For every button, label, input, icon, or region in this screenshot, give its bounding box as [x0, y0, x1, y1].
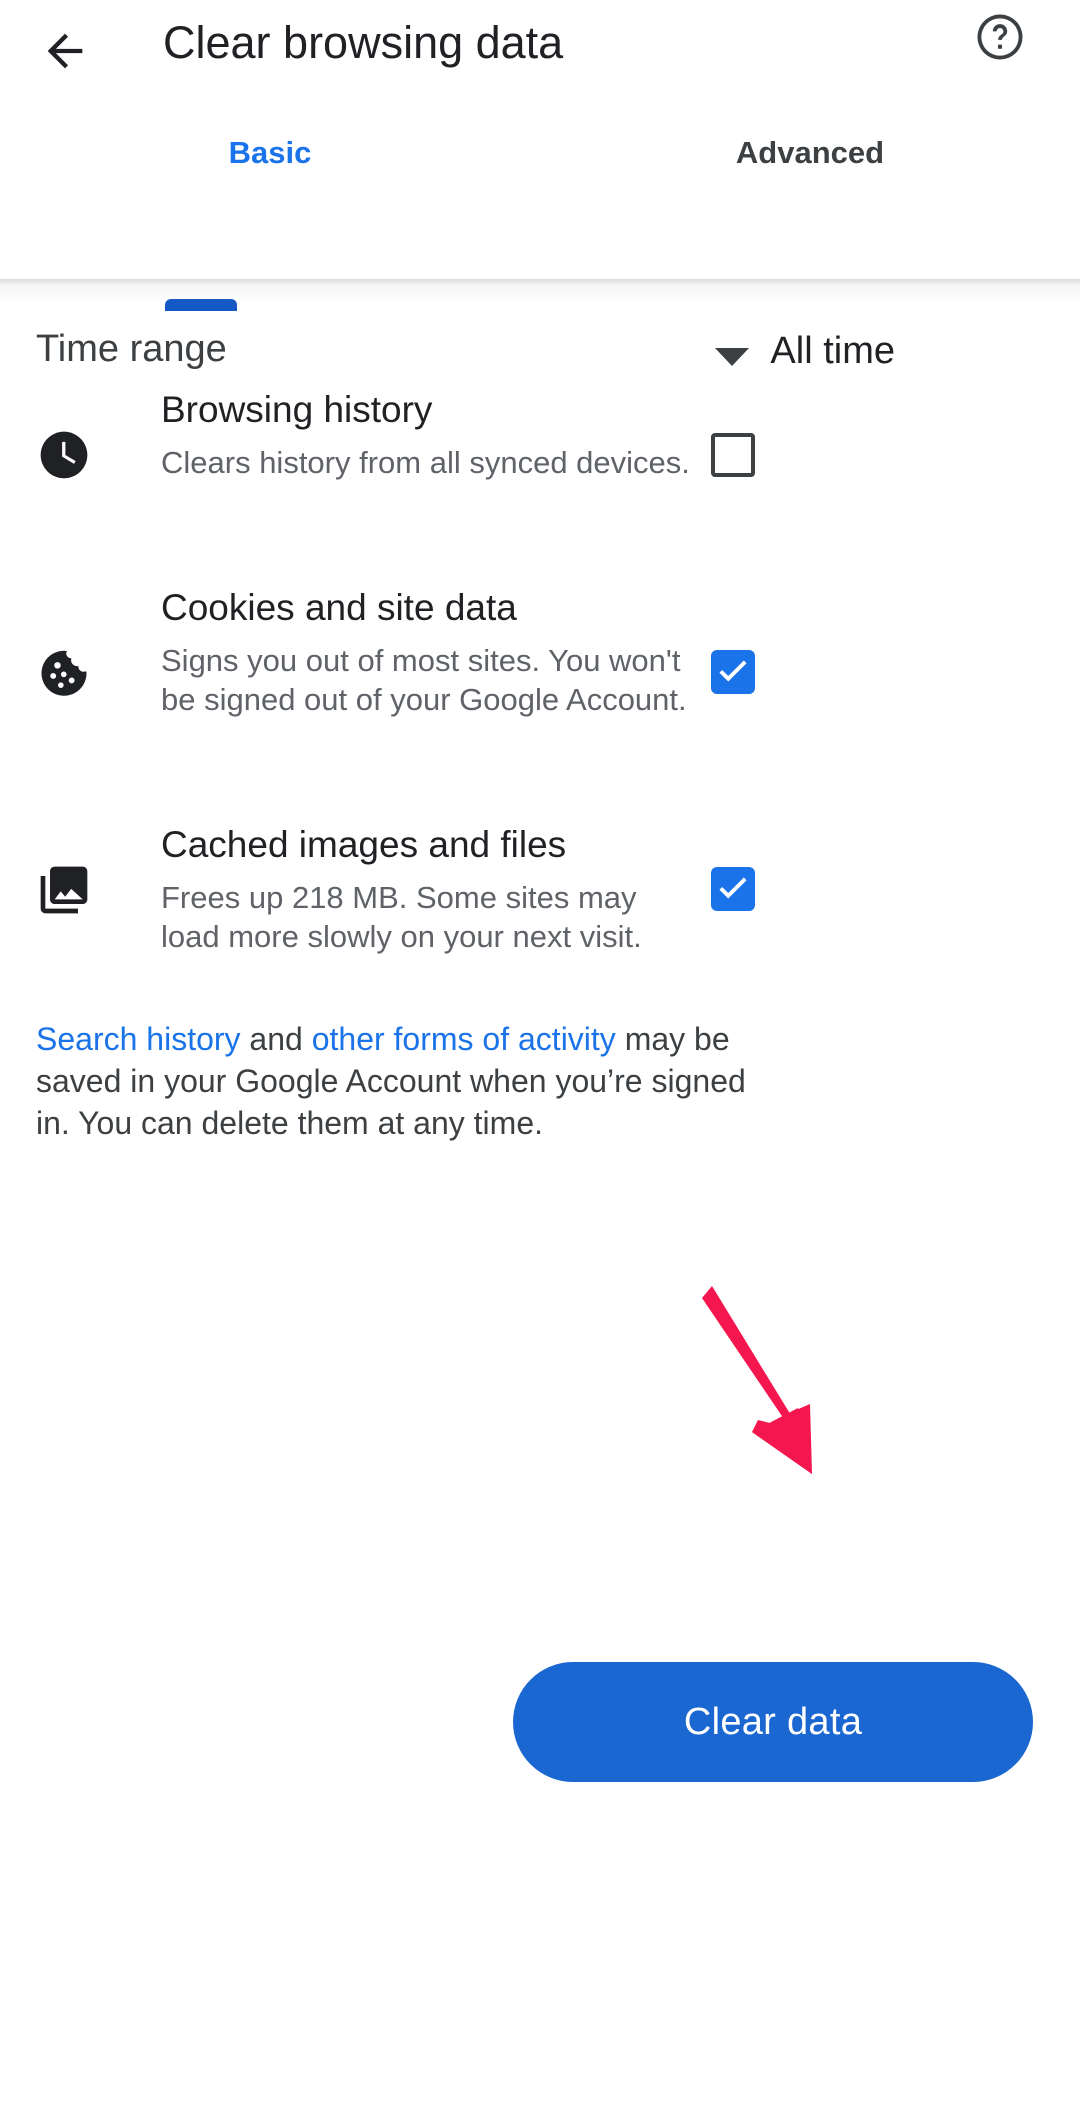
option-description: Signs you out of most sites. You won't b…	[161, 643, 687, 717]
clear-data-button[interactable]: Clear data	[513, 1662, 1033, 1782]
option-text-cached-images-files: Cached images and files Frees up 218 MB.…	[161, 820, 691, 956]
option-title: Cookies and site data	[161, 587, 517, 628]
option-title: Browsing history	[161, 389, 433, 430]
option-row-cookies-site-data[interactable]: Cookies and site data Signs you out of m…	[0, 583, 1080, 798]
checkbox-cookies-site-data[interactable]	[711, 650, 755, 694]
tab-selected-indicator	[165, 299, 237, 311]
app-bar: Clear browsing data	[0, 0, 1080, 108]
tab-bar-shadow	[0, 279, 1080, 305]
page-title: Clear browsing data	[163, 17, 564, 68]
checkbox-browsing-history[interactable]	[711, 433, 755, 477]
help-button[interactable]	[955, 0, 1045, 84]
option-row-browsing-history[interactable]: Browsing history Clears history from all…	[0, 385, 1080, 565]
tab-basic[interactable]: Basic	[0, 108, 540, 280]
cookie-icon	[36, 645, 92, 701]
option-description: Frees up 218 MB. Some sites may load mor…	[161, 880, 642, 954]
option-description: Clears history from all synced devices.	[161, 445, 690, 480]
search-history-link[interactable]: Search history	[36, 1021, 241, 1057]
tab-advanced[interactable]: Advanced	[540, 108, 1080, 280]
content-area: Time range All time Browsing history Cle…	[0, 280, 1080, 2105]
option-row-cached-images-files[interactable]: Cached images and files Frees up 218 MB.…	[0, 820, 1080, 1000]
option-text-browsing-history: Browsing history Clears history from all…	[161, 385, 691, 482]
other-forms-of-activity-link[interactable]: other forms of activity	[312, 1021, 616, 1057]
help-circle-icon	[973, 10, 1027, 69]
back-button[interactable]	[20, 8, 110, 98]
clock-icon	[36, 427, 92, 483]
footer-note: Search history and other forms of activi…	[36, 1018, 771, 1144]
photo-library-icon	[36, 862, 92, 918]
option-title: Cached images and files	[161, 824, 567, 865]
clear-browsing-data-screen: Clear browsing data Basic Advanced Time …	[0, 0, 1080, 2105]
arrow-back-icon	[39, 25, 91, 82]
option-text-cookies-site-data: Cookies and site data Signs you out of m…	[161, 583, 691, 719]
time-range-label: Time range	[36, 328, 227, 370]
footer-note-mid: and	[240, 1021, 312, 1057]
checkbox-cached-images-files[interactable]	[711, 867, 755, 911]
chevron-down-icon[interactable]	[715, 348, 749, 366]
tab-basic-label: Basic	[228, 135, 312, 170]
tab-bar: Basic Advanced	[0, 108, 1080, 311]
tab-advanced-label: Advanced	[735, 135, 885, 170]
